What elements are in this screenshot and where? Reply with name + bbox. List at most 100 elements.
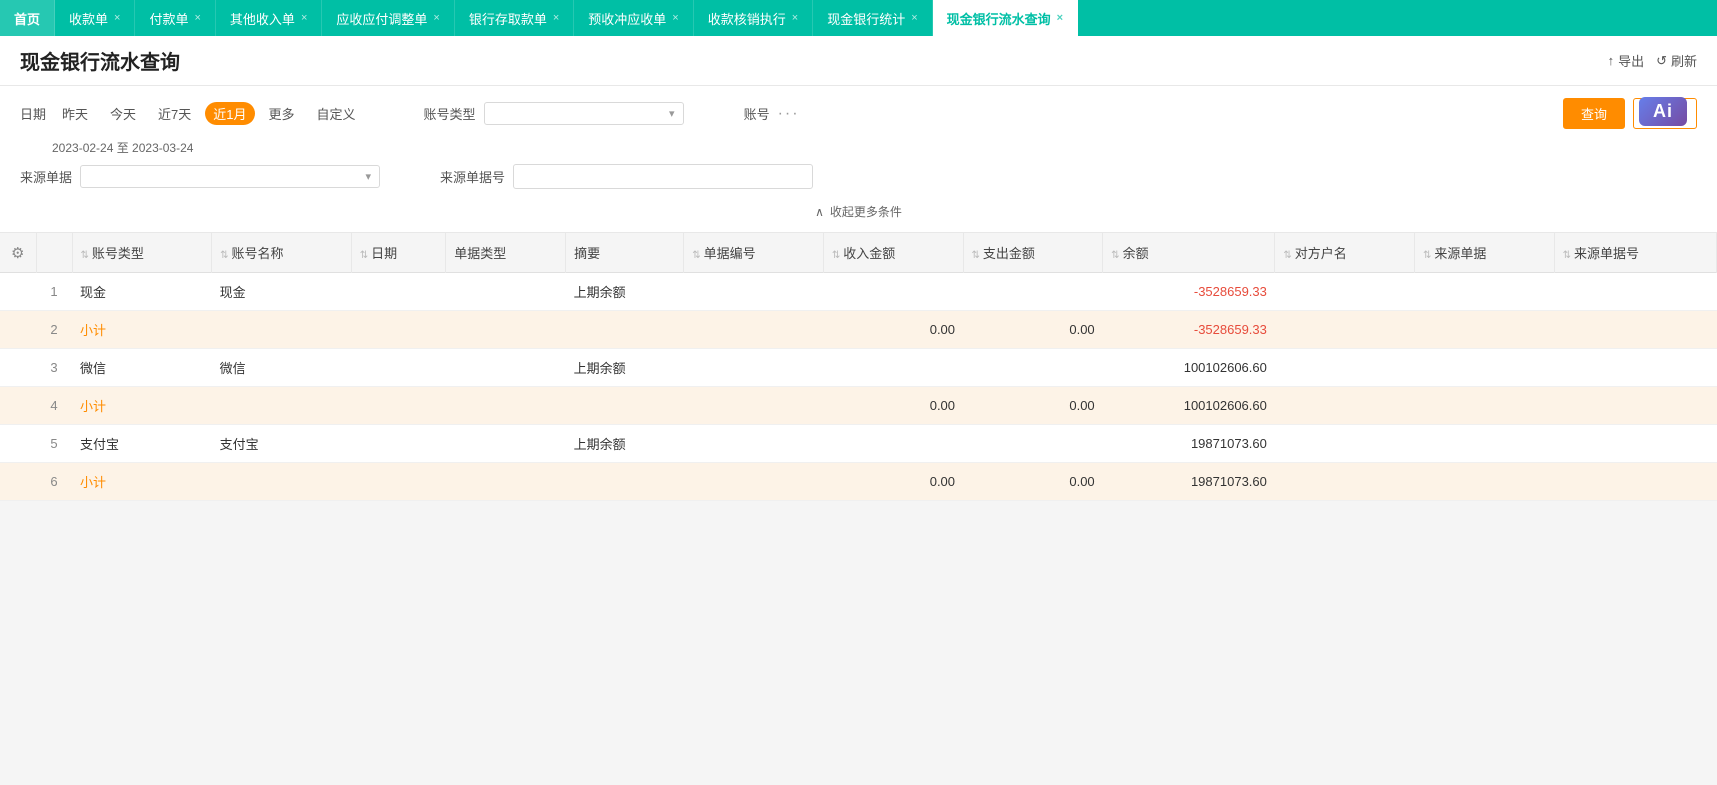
col-doc-type: 单据类型 <box>446 233 566 273</box>
account-type-filter-group: 账号类型 ▾ <box>424 102 684 125</box>
row-doc-no <box>684 387 824 425</box>
nav-receipt-verify[interactable]: 收款核销执行 × <box>694 0 813 36</box>
row-expense: 0.00 <box>963 463 1103 501</box>
close-icon[interactable]: × <box>114 12 120 24</box>
row-account-name: 支付宝 <box>212 425 352 463</box>
query-button[interactable]: 查询 <box>1563 98 1625 129</box>
row-income <box>823 425 963 463</box>
date-7days[interactable]: 近7天 <box>150 102 199 125</box>
row-source-doc <box>1415 425 1555 463</box>
close-icon[interactable]: × <box>911 12 917 24</box>
date-shortcuts: 昨天 今天 近7天 近1月 更多 自定义 <box>54 102 364 125</box>
col-income[interactable]: ⇅收入金额 <box>823 233 963 273</box>
sort-icon: ⇅ <box>1423 250 1431 261</box>
row-doc-type <box>446 273 566 311</box>
source-doc-no-input[interactable] <box>513 164 813 189</box>
table-container: ⚙ ⇅账号类型 ⇅账号名称 ⇅日期 单据类型 摘要 ⇅单据编号 ⇅收入 <box>0 233 1717 501</box>
source-doc-filter-group: 来源单据 ▾ <box>20 165 380 188</box>
close-icon[interactable]: × <box>301 12 307 24</box>
row-summary <box>566 463 684 501</box>
date-today[interactable]: 今天 <box>102 102 144 125</box>
row-source-doc <box>1415 387 1555 425</box>
col-source-doc-no[interactable]: ⇅来源单据号 <box>1554 233 1716 273</box>
filter-area: 日期 昨天 今天 近7天 近1月 更多 自定义 账号类型 ▾ 账号 ··· <box>0 86 1717 233</box>
row-date <box>351 425 445 463</box>
row-seq: 6 <box>36 463 72 501</box>
account-type-label: 账号类型 <box>424 104 476 123</box>
table-row: 4 小计 0.00 0.00 100102606.60 <box>0 387 1717 425</box>
gear-icon[interactable]: ⚙ <box>11 245 24 262</box>
date-more[interactable]: 更多 <box>261 102 303 125</box>
table-row: 2 小计 0.00 0.00 -3528659.33 <box>0 311 1717 349</box>
nav-receipt[interactable]: 收款单 × <box>55 0 135 36</box>
close-icon[interactable]: × <box>433 12 439 24</box>
nav-other-income[interactable]: 其他收入单 × <box>216 0 322 36</box>
row-doc-type <box>446 387 566 425</box>
account-type-select[interactable]: ▾ <box>484 102 684 125</box>
source-doc-no-label: 来源单据号 <box>440 167 505 186</box>
date-1month[interactable]: 近1月 <box>205 102 254 125</box>
nav-payment[interactable]: 付款单 × <box>135 0 215 36</box>
row-date <box>351 273 445 311</box>
row-counterparty <box>1275 273 1415 311</box>
row-income: 0.00 <box>823 387 963 425</box>
ai-badge[interactable]: Ai <box>1639 97 1687 126</box>
more-options-icon[interactable]: ··· <box>778 105 800 123</box>
date-label: 日期 <box>20 104 46 123</box>
close-icon[interactable]: × <box>194 12 200 24</box>
export-button[interactable]: ↑ 导出 <box>1608 51 1645 70</box>
nav-bank-deposit[interactable]: 银行存取款单 × <box>455 0 574 36</box>
collapse-bar[interactable]: ∧ 收起更多条件 <box>20 199 1697 224</box>
refresh-button[interactable]: ↺ 刷新 <box>1656 51 1697 70</box>
row-settings-cell <box>0 273 36 311</box>
col-balance[interactable]: ⇅余额 <box>1103 233 1275 273</box>
col-source-doc[interactable]: ⇅来源单据 <box>1415 233 1555 273</box>
row-income: 0.00 <box>823 311 963 349</box>
nav-cash-bank-query[interactable]: 现金银行流水查询 × <box>933 0 1078 36</box>
row-summary: 上期余额 <box>566 425 684 463</box>
col-settings[interactable]: ⚙ <box>0 233 36 273</box>
close-icon[interactable]: × <box>1057 12 1063 24</box>
table-row: 5 支付宝 支付宝 上期余额 19871073.60 <box>0 425 1717 463</box>
sort-icon: ⇅ <box>360 250 368 261</box>
nav-cash-bank-stats[interactable]: 现金银行统计 × <box>813 0 932 36</box>
row-doc-no <box>684 273 824 311</box>
row-doc-type <box>446 463 566 501</box>
row-counterparty <box>1275 387 1415 425</box>
sort-icon: ⇅ <box>81 250 89 261</box>
row-account-type: 微信 <box>72 349 212 387</box>
col-date[interactable]: ⇅日期 <box>351 233 445 273</box>
row-source-doc-no <box>1554 311 1716 349</box>
col-account-name[interactable]: ⇅账号名称 <box>212 233 352 273</box>
col-account-type[interactable]: ⇅账号类型 <box>72 233 212 273</box>
row-account-type: 小计 <box>72 387 212 425</box>
row-settings-cell <box>0 463 36 501</box>
chevron-down-icon: ▾ <box>669 107 675 120</box>
close-icon[interactable]: × <box>792 12 798 24</box>
row-account-type: 小计 <box>72 463 212 501</box>
table-row: 3 微信 微信 上期余额 100102606.60 <box>0 349 1717 387</box>
col-seq <box>36 233 72 273</box>
nav-home[interactable]: 首页 <box>0 0 55 36</box>
row-doc-type <box>446 425 566 463</box>
close-icon[interactable]: × <box>672 12 678 24</box>
filter-row-date-range: 2023-02-24 至 2023-03-24 <box>20 139 1697 156</box>
col-expense[interactable]: ⇅支出金额 <box>963 233 1103 273</box>
row-date <box>351 311 445 349</box>
row-income <box>823 349 963 387</box>
row-doc-no <box>684 349 824 387</box>
date-range-text: 2023-02-24 至 2023-03-24 <box>52 141 193 155</box>
close-icon[interactable]: × <box>553 12 559 24</box>
nav-ar-ap-adjust[interactable]: 应收应付调整单 × <box>322 0 454 36</box>
row-balance: -3528659.33 <box>1103 311 1275 349</box>
row-source-doc-no <box>1554 387 1716 425</box>
col-doc-no[interactable]: ⇅单据编号 <box>684 233 824 273</box>
row-date <box>351 387 445 425</box>
row-balance: 19871073.60 <box>1103 425 1275 463</box>
date-custom[interactable]: 自定义 <box>309 102 364 125</box>
row-balance: 100102606.60 <box>1103 387 1275 425</box>
date-yesterday[interactable]: 昨天 <box>54 102 96 125</box>
col-counterparty[interactable]: ⇅对方户名 <box>1275 233 1415 273</box>
nav-prepaid-offset[interactable]: 预收冲应收单 × <box>574 0 693 36</box>
source-doc-select[interactable]: ▾ <box>80 165 380 188</box>
